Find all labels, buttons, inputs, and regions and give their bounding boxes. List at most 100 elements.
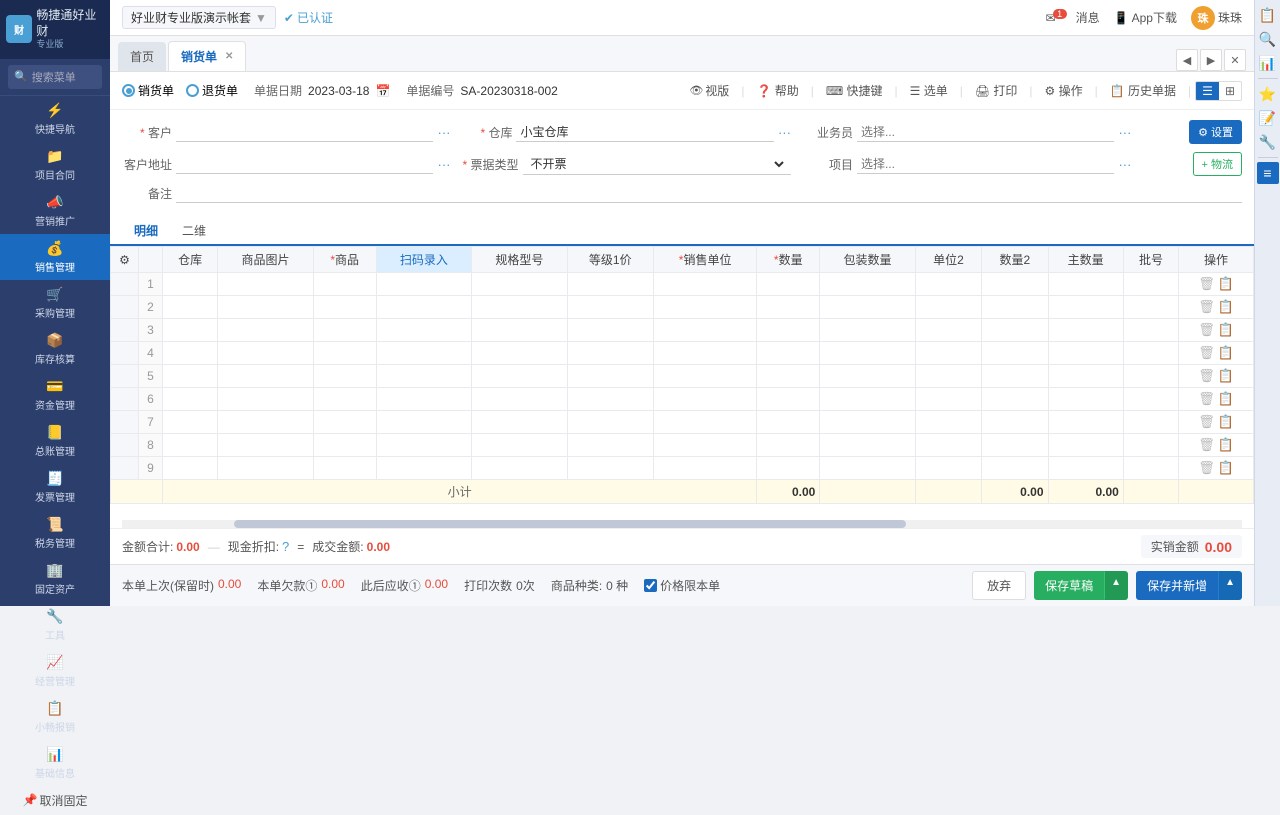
toolbar-ops-btn[interactable]: ⚙ 操作: [1037, 80, 1091, 101]
col-batch[interactable]: 批号: [1123, 247, 1178, 273]
radio-return-order[interactable]: 退货单: [186, 82, 238, 99]
row2-quantity[interactable]: [757, 296, 820, 319]
right-panel-btn-4[interactable]: ⭐: [1257, 83, 1279, 105]
col-product-img[interactable]: 商品图片: [218, 247, 313, 273]
salesperson-input[interactable]: [857, 123, 1114, 142]
company-select[interactable]: 好业财专业版演示帐套 ▼: [122, 6, 276, 29]
scrollbar-thumb[interactable]: [234, 520, 906, 528]
discard-button[interactable]: 放弃: [972, 571, 1026, 600]
warehouse-input[interactable]: 小宝仓库: [516, 123, 773, 142]
calendar-icon[interactable]: 📅: [375, 84, 390, 98]
radio-sales-order[interactable]: 销货单: [122, 82, 174, 99]
sidebar-item-marketing[interactable]: 📣 营销推广: [0, 188, 110, 234]
notes-input[interactable]: [176, 184, 1242, 203]
customer-addr-input[interactable]: [176, 155, 433, 174]
col-main-qty[interactable]: 主数量: [1048, 247, 1123, 273]
row1-sales-unit[interactable]: [654, 273, 757, 296]
row7-delete-icon[interactable]: 🗑: [1198, 414, 1215, 430]
add-goods-button[interactable]: + 物流: [1193, 152, 1242, 176]
toolbar-shortcut-btn[interactable]: ⌨ 快捷键: [818, 80, 891, 101]
salesperson-more-icon[interactable]: ···: [1118, 125, 1131, 140]
view-grid-btn[interactable]: ⊞: [1219, 82, 1241, 100]
col-warehouse[interactable]: 仓库: [163, 247, 218, 273]
col-sales-unit[interactable]: *销售单位: [654, 247, 757, 273]
row3-delete-icon[interactable]: 🗑: [1198, 322, 1215, 338]
row2-batch[interactable]: [1123, 296, 1178, 319]
row1-main-qty[interactable]: [1048, 273, 1123, 296]
tab-prev-button[interactable]: ◀: [1176, 49, 1198, 71]
row3-copy-icon[interactable]: 📋: [1218, 322, 1234, 338]
toolbar-view-btn[interactable]: 👁 视版: [681, 80, 737, 101]
sidebar-item-tax[interactable]: 📜 税务管理: [0, 510, 110, 556]
sidebar-item-operations[interactable]: 📈 经营管理: [0, 648, 110, 694]
row2-grade-price[interactable]: [567, 296, 653, 319]
row2-qty2[interactable]: [982, 296, 1048, 319]
row2-copy-icon[interactable]: 📋: [1218, 299, 1234, 315]
row9-copy-icon[interactable]: 📋: [1218, 460, 1234, 476]
row9-delete-icon[interactable]: 🗑: [1198, 460, 1215, 476]
sidebar-item-inventory[interactable]: 📦 库存核算: [0, 326, 110, 372]
sidebar-item-tools[interactable]: 🔧 工具: [0, 602, 110, 648]
sidebar-item-project[interactable]: 📁 项目合同: [0, 142, 110, 188]
row5-delete-icon[interactable]: 🗑: [1198, 368, 1215, 384]
col-quick-entry[interactable]: 扫码录入: [376, 247, 471, 273]
row2-quick-entry[interactable]: [376, 296, 471, 319]
col-spec[interactable]: 规格型号: [472, 247, 567, 273]
search-menu[interactable]: 🔍 搜索菜单: [8, 65, 102, 89]
tab-sales[interactable]: 销货单 ✕: [168, 41, 246, 71]
right-panel-btn-1[interactable]: 📋: [1257, 4, 1279, 26]
row4-delete-icon[interactable]: 🗑: [1198, 345, 1215, 361]
row2-spec[interactable]: [472, 296, 567, 319]
customer-more-icon[interactable]: ···: [437, 125, 450, 140]
row4-copy-icon[interactable]: 📋: [1218, 345, 1234, 361]
sidebar-item-sales[interactable]: 💰 销售管理: [0, 234, 110, 280]
tab-detail[interactable]: 明细: [122, 217, 170, 246]
col-unit2[interactable]: 单位2: [915, 247, 981, 273]
row2-main-qty[interactable]: [1048, 296, 1123, 319]
row2-warehouse[interactable]: [163, 296, 218, 319]
cancel-pin-button[interactable]: 📌 取消固定: [23, 792, 88, 809]
tab-home[interactable]: 首页: [118, 42, 166, 71]
col-pack-qty[interactable]: 包装数量: [820, 247, 915, 273]
tab-close-button[interactable]: ✕: [1224, 49, 1246, 71]
invoice-type-select[interactable]: 不开票: [527, 156, 787, 172]
row1-quick-entry[interactable]: [376, 273, 471, 296]
row2-pack-qty[interactable]: [820, 296, 915, 319]
message-button[interactable]: ✉ 1 消息: [1046, 9, 1100, 26]
row1-product-img[interactable]: [218, 273, 313, 296]
row1-warehouse[interactable]: [163, 273, 218, 296]
row2-unit2[interactable]: [915, 296, 981, 319]
save-new-button[interactable]: 保存并新增 ▲: [1136, 571, 1242, 600]
toolbar-help-btn[interactable]: ❓ 帮助: [748, 80, 806, 101]
right-panel-btn-2[interactable]: 🔍: [1257, 28, 1279, 50]
help-icon[interactable]: ?: [282, 539, 289, 554]
toolbar-select-btn[interactable]: ☰ 选单: [902, 80, 956, 101]
row2-sales-unit[interactable]: [654, 296, 757, 319]
price-policy-check[interactable]: 价格限本单: [644, 577, 720, 594]
tab-next-button[interactable]: ▶: [1200, 49, 1222, 71]
row1-batch[interactable]: [1123, 273, 1178, 296]
sidebar-item-reports[interactable]: 📋 小畅报销: [0, 694, 110, 740]
row8-delete-icon[interactable]: 🗑: [1198, 437, 1215, 453]
sidebar-item-basic-info[interactable]: 📊 基础信息: [0, 740, 110, 786]
row2-product-img[interactable]: [218, 296, 313, 319]
row8-copy-icon[interactable]: 📋: [1218, 437, 1234, 453]
setup-button[interactable]: ⚙ 设置: [1189, 120, 1242, 144]
toolbar-history-btn[interactable]: 📋 历史单据: [1102, 80, 1184, 101]
right-panel-btn-6[interactable]: 🔧: [1257, 131, 1279, 153]
view-list-btn[interactable]: ☰: [1196, 82, 1219, 100]
col-grade-price[interactable]: 等级1价: [567, 247, 653, 273]
col-quantity[interactable]: *数量: [757, 247, 820, 273]
project-input[interactable]: [857, 155, 1114, 174]
toolbar-print-btn[interactable]: 🖨 打印: [967, 80, 1026, 101]
row1-product[interactable]: [313, 273, 376, 296]
row1-quantity[interactable]: [757, 273, 820, 296]
row1-spec[interactable]: [472, 273, 567, 296]
app-download-button[interactable]: 📱 App下载: [1114, 9, 1177, 26]
row1-qty2[interactable]: [982, 273, 1048, 296]
row7-copy-icon[interactable]: 📋: [1218, 414, 1234, 430]
row1-delete-icon[interactable]: 🗑: [1198, 276, 1215, 292]
user-area[interactable]: 珠 珠珠: [1191, 6, 1242, 30]
customer-input[interactable]: [176, 123, 433, 142]
tab-close-icon[interactable]: ✕: [225, 51, 233, 62]
